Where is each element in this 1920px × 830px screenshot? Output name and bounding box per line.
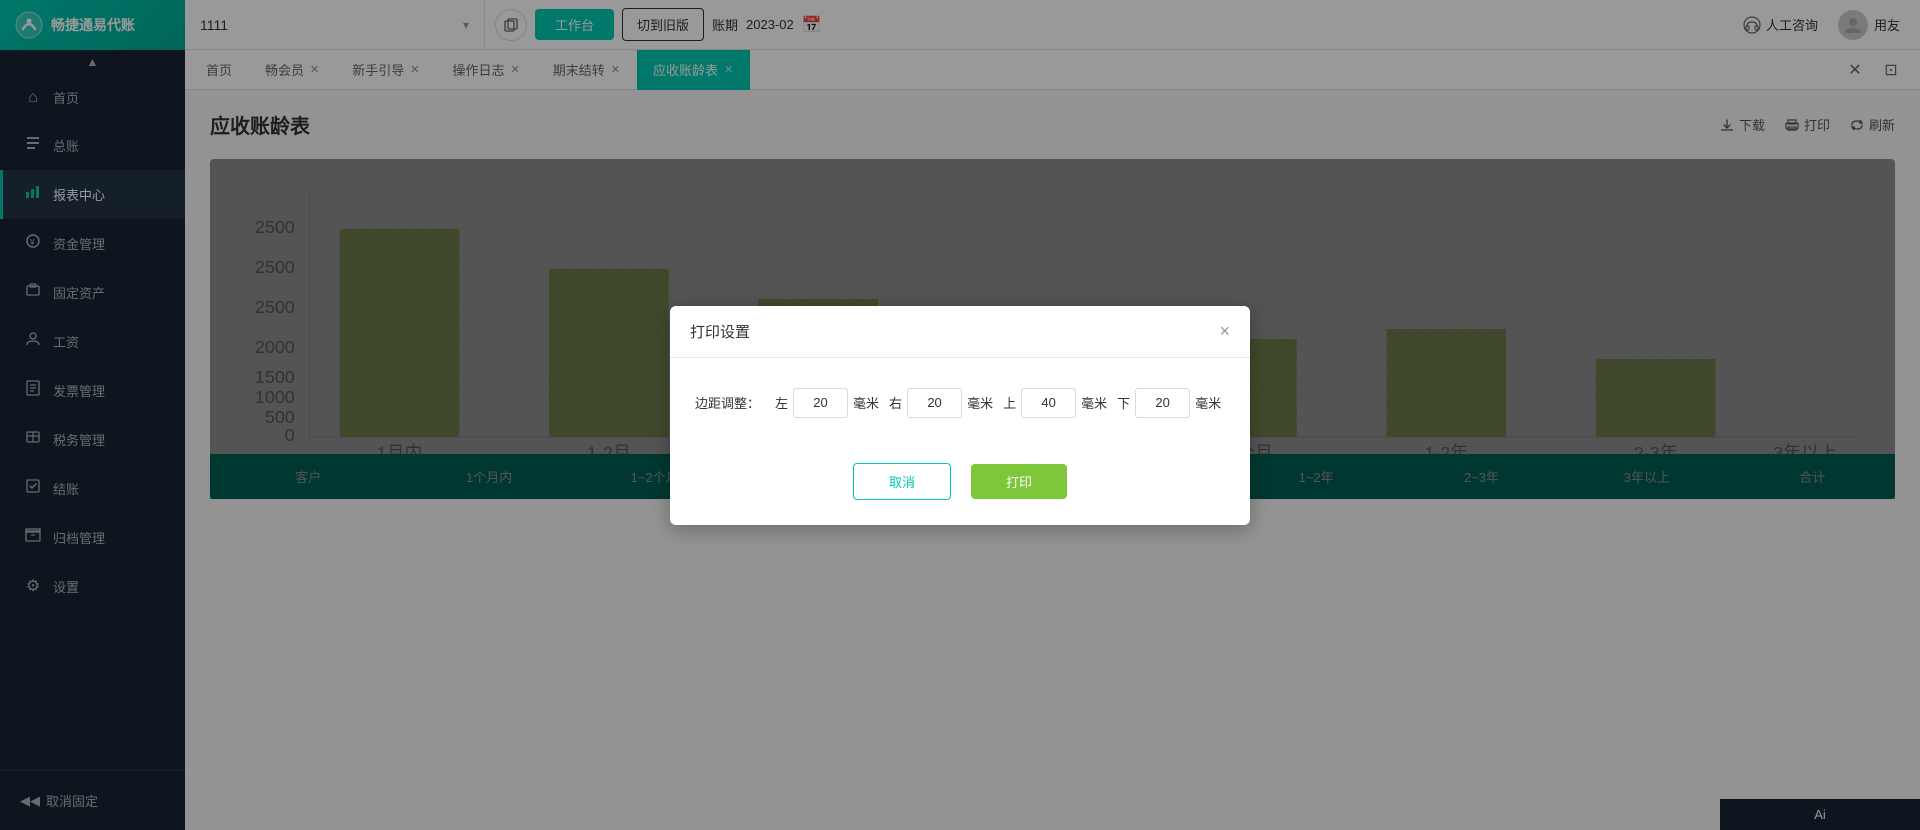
margin-top-group: 上 毫米: [1003, 388, 1107, 418]
margin-top-input[interactable]: [1021, 388, 1076, 418]
print-dialog: 打印设置 × 边距调整： 左 毫米 右 毫米 上 毫米: [670, 306, 1250, 525]
modal-title: 打印设置: [690, 321, 750, 342]
top-direction-label: 上: [1003, 393, 1016, 412]
top-unit: 毫米: [1081, 393, 1107, 412]
margin-left-group: 左 毫米: [775, 388, 879, 418]
modal-header: 打印设置 ×: [670, 306, 1250, 358]
right-unit: 毫米: [967, 393, 993, 412]
modal-footer: 取消 打印: [670, 448, 1250, 525]
bottom-unit: 毫米: [1195, 393, 1221, 412]
print-confirm-button[interactable]: 打印: [971, 464, 1067, 499]
right-direction-label: 右: [889, 393, 902, 412]
modal-overlay[interactable]: 打印设置 × 边距调整： 左 毫米 右 毫米 上 毫米: [0, 0, 1920, 830]
margin-label: 边距调整：: [695, 393, 760, 412]
left-unit: 毫米: [853, 393, 879, 412]
margin-bottom-group: 下 毫米: [1117, 388, 1221, 418]
margin-bottom-input[interactable]: [1135, 388, 1190, 418]
modal-body: 边距调整： 左 毫米 右 毫米 上 毫米 下: [670, 358, 1250, 448]
margin-right-input[interactable]: [907, 388, 962, 418]
margin-right-group: 右 毫米: [889, 388, 993, 418]
bottom-direction-label: 下: [1117, 393, 1130, 412]
modal-close-button[interactable]: ×: [1219, 322, 1230, 340]
cancel-button[interactable]: 取消: [853, 463, 951, 500]
margin-left-input[interactable]: [793, 388, 848, 418]
left-direction-label: 左: [775, 393, 788, 412]
margin-row: 边距调整： 左 毫米 右 毫米 上 毫米 下: [695, 388, 1225, 418]
